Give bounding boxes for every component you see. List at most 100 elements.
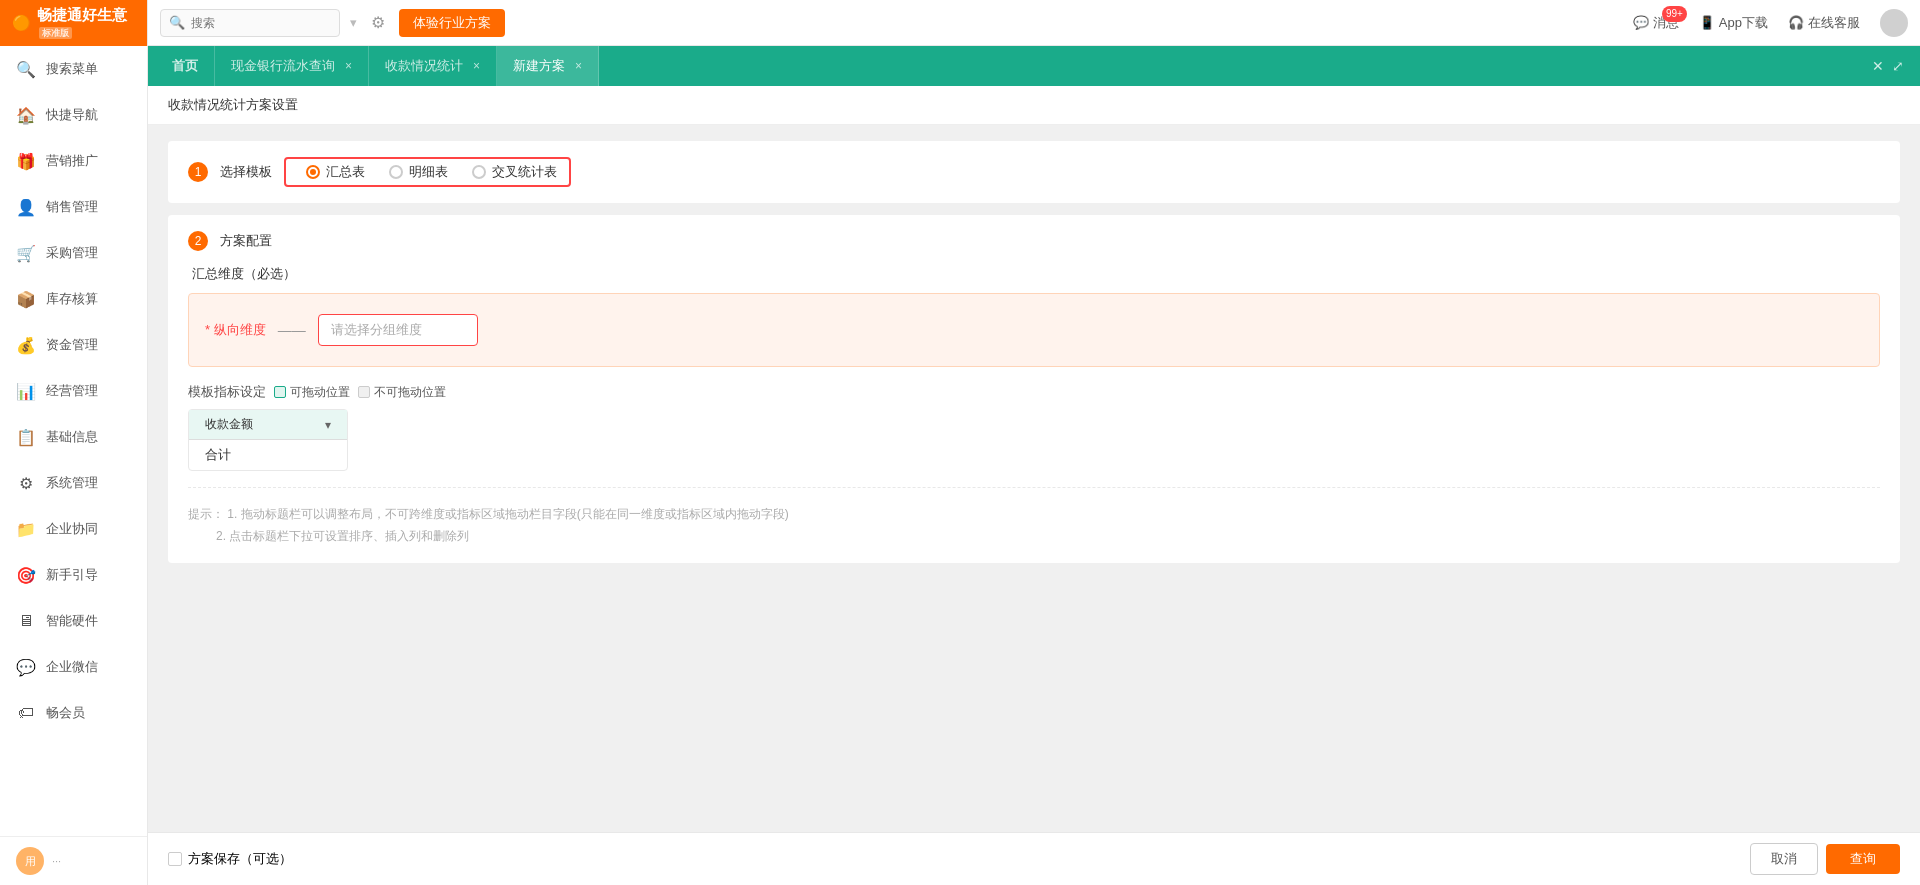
radio-detail[interactable]: 明细表 — [389, 163, 448, 181]
indicator-table-header[interactable]: 收款金额 ▾ — [189, 410, 347, 440]
download-item[interactable]: 📱 App下载 — [1699, 14, 1768, 32]
query-button[interactable]: 查询 — [1826, 844, 1900, 874]
tab-new-plan-close[interactable]: × — [575, 59, 582, 73]
tab-receipt-stats[interactable]: 收款情况统计 × — [369, 46, 497, 86]
tab-new-plan-label: 新建方案 — [513, 57, 565, 75]
sidebar-item-finance[interactable]: 💰 资金管理 — [0, 322, 147, 368]
radio-cross-label: 交叉统计表 — [492, 163, 557, 181]
clipboard-icon: 📋 — [16, 428, 36, 447]
sidebar-item-member[interactable]: 🏷 畅会员 — [0, 690, 147, 736]
tab-receipt-stats-close[interactable]: × — [473, 59, 480, 73]
sidebar-item-marketing[interactable]: 🎁 营销推广 — [0, 138, 147, 184]
radio-summary[interactable]: 汇总表 — [306, 163, 365, 181]
sidebar-item-enterprise-collab[interactable]: 📁 企业协同 — [0, 506, 147, 552]
home-icon: 🏠 — [16, 106, 36, 125]
search-menu-icon: 🔍 — [16, 60, 36, 79]
sidebar-item-label: 经营管理 — [46, 382, 98, 400]
monitor-icon: 🖥 — [16, 612, 36, 630]
search-wrapper[interactable]: 🔍 — [160, 9, 340, 37]
download-label: App下载 — [1719, 14, 1768, 32]
save-row: 方案保存（可选） — [168, 850, 292, 868]
support-label: 在线客服 — [1808, 14, 1860, 32]
indicator-label-row: 模板指标设定 可拖动位置 不可拖动位置 — [188, 383, 1880, 401]
sidebar-item-label: 库存核算 — [46, 290, 98, 308]
search-input[interactable] — [191, 16, 331, 30]
cart-icon: 🛒 — [16, 244, 36, 263]
sidebar-item-system[interactable]: ⚙ 系统管理 — [0, 460, 147, 506]
box-icon: 📦 — [16, 290, 36, 309]
sidebar-item-label: 企业微信 — [46, 658, 98, 676]
cancel-button[interactable]: 取消 — [1750, 843, 1818, 875]
step2-header: 2 方案配置 — [188, 231, 1880, 251]
chevron-down-icon[interactable]: ▾ — [350, 15, 357, 30]
tag-icon: 🏷 — [16, 704, 36, 722]
close-window-icon[interactable]: ✕ — [1872, 58, 1884, 74]
sidebar-item-inventory[interactable]: 📦 库存核算 — [0, 276, 147, 322]
indicator-table-row: 合计 — [189, 440, 347, 470]
tab-bank-flow-close[interactable]: × — [345, 59, 352, 73]
sidebar-item-label: 快捷导航 — [46, 106, 98, 124]
page-body: 1 选择模板 汇总表 明细表 — [148, 125, 1920, 832]
dimension-area: * 纵向维度 —— 请选择分组维度 — [188, 293, 1880, 367]
radio-detail-label: 明细表 — [409, 163, 448, 181]
indicator-section: 模板指标设定 可拖动位置 不可拖动位置 收款金额 ▾ — [188, 383, 1880, 471]
logo-icon: 🟠 — [12, 14, 31, 32]
search-icon: 🔍 — [169, 15, 185, 30]
settings-icon[interactable]: ⚙ — [371, 13, 385, 32]
sidebar-item-label: 资金管理 — [46, 336, 98, 354]
radio-detail-circle — [389, 165, 403, 179]
topbar: 🔍 ▾ ⚙ 体验行业方案 💬 消息 99+ 📱 App下载 🎧 在线客服 — [148, 0, 1920, 46]
main-area: 🔍 ▾ ⚙ 体验行业方案 💬 消息 99+ 📱 App下载 🎧 在线客服 — [148, 0, 1920, 885]
save-checkbox-box[interactable] — [168, 852, 182, 866]
chart-icon: 📊 — [16, 382, 36, 401]
sidebar-item-label: 采购管理 — [46, 244, 98, 262]
locked-badge: 不可拖动位置 — [358, 384, 446, 401]
step1-label: 选择模板 — [220, 163, 272, 181]
sidebar-item-label: 新手引导 — [46, 566, 98, 584]
sidebar-item-label: 营销推广 — [46, 152, 98, 170]
step1-badge: 1 — [188, 162, 208, 182]
support-item[interactable]: 🎧 在线客服 — [1788, 14, 1860, 32]
radio-summary-label: 汇总表 — [326, 163, 365, 181]
step1-row: 1 选择模板 汇总表 明细表 — [188, 157, 1880, 187]
sidebar-item-search-menu[interactable]: 🔍 搜索菜单 — [0, 46, 147, 92]
dropdown-arrow-icon[interactable]: ▾ — [325, 418, 331, 432]
save-checkbox[interactable]: 方案保存（可选） — [168, 850, 292, 868]
tab-home[interactable]: 首页 — [156, 46, 215, 86]
movable-label: 可拖动位置 — [290, 384, 350, 401]
sidebar-item-sales[interactable]: 👤 销售管理 — [0, 184, 147, 230]
sidebar-item-operations[interactable]: 📊 经营管理 — [0, 368, 147, 414]
guide-icon: 🎯 — [16, 566, 36, 585]
indicator-title: 模板指标设定 — [188, 383, 266, 401]
step2-label: 方案配置 — [220, 232, 272, 250]
folder-icon: 📁 — [16, 520, 36, 539]
industry-button[interactable]: 体验行业方案 — [399, 9, 505, 37]
sidebar-item-basics[interactable]: 📋 基础信息 — [0, 414, 147, 460]
person-icon: 👤 — [16, 198, 36, 217]
sidebar-item-enterprise-wechat[interactable]: 💬 企业微信 — [0, 644, 147, 690]
logo-badge: 标准版 — [39, 27, 72, 39]
sidebar-item-label: 智能硬件 — [46, 612, 98, 630]
maximize-icon[interactable]: ⤢ — [1892, 58, 1904, 74]
tab-new-plan[interactable]: 新建方案 × — [497, 46, 599, 86]
tab-bank-flow[interactable]: 现金银行流水查询 × — [215, 46, 369, 86]
page-header: 收款情况统计方案设置 — [148, 86, 1920, 125]
support-icon: 🎧 — [1788, 15, 1804, 30]
sidebar-item-guide[interactable]: 🎯 新手引导 — [0, 552, 147, 598]
sidebar-item-quick-nav[interactable]: 🏠 快捷导航 — [0, 92, 147, 138]
sidebar-item-smart-hardware[interactable]: 🖥 智能硬件 — [0, 598, 147, 644]
dimension-selector[interactable]: 请选择分组维度 — [318, 314, 478, 346]
gift-icon: 🎁 — [16, 152, 36, 171]
sidebar-item-label: 基础信息 — [46, 428, 98, 446]
user-avatar[interactable] — [1880, 9, 1908, 37]
sidebar-item-label: 企业协同 — [46, 520, 98, 538]
notification-icon: 💬 — [1633, 15, 1649, 30]
movable-dot — [274, 386, 286, 398]
notification-item[interactable]: 💬 消息 99+ — [1633, 14, 1679, 32]
tips-area: 提示： 1. 拖动标题栏可以调整布局，不可跨维度或指标区域拖动栏目字段(只能在同… — [188, 487, 1880, 547]
sidebar-item-purchase[interactable]: 🛒 采购管理 — [0, 230, 147, 276]
content-area: 收款情况统计方案设置 1 选择模板 汇总表 — [148, 86, 1920, 885]
section-plan-config: 2 方案配置 汇总维度（必选） * 纵向维度 —— 请选择分组维度 — [168, 215, 1900, 563]
radio-cross[interactable]: 交叉统计表 — [472, 163, 557, 181]
sidebar-item-label: 搜索菜单 — [46, 60, 98, 78]
